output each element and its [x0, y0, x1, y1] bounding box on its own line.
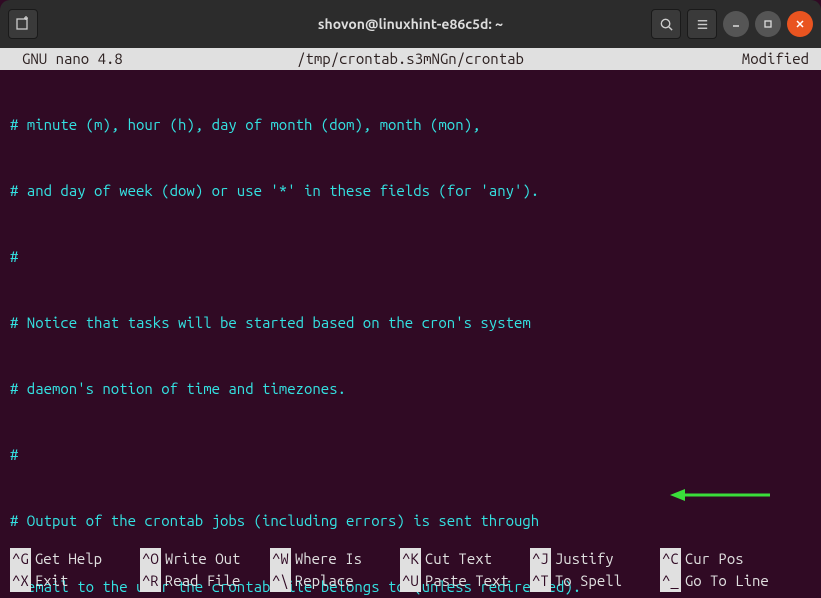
- menu-button[interactable]: [687, 9, 717, 39]
- shortcut-exit[interactable]: ^XExit: [10, 570, 140, 592]
- new-tab-button[interactable]: [8, 9, 38, 39]
- editor-line: # minute (m), hour (h), day of month (do…: [10, 114, 811, 136]
- editor-line: # Output of the crontab jobs (including …: [10, 510, 811, 532]
- window-title: shovon@linuxhint-e86c5d: ~: [318, 16, 503, 32]
- titlebar: shovon@linuxhint-e86c5d: ~: [0, 0, 821, 48]
- editor-line: # and day of week (dow) or use '*' in th…: [10, 180, 811, 202]
- shortcut-row: ^GGet Help ^OWrite Out ^WWhere Is ^KCut …: [10, 548, 811, 570]
- shortcut-whereis[interactable]: ^WWhere Is: [270, 548, 400, 570]
- minimize-button[interactable]: [723, 11, 749, 37]
- nano-file-path: /tmp/crontab.s3mNGn/crontab: [297, 48, 524, 70]
- arrow-annotation: [670, 487, 770, 509]
- shortcut-help[interactable]: ^GGet Help: [10, 548, 140, 570]
- shortcut-spell[interactable]: ^TTo Spell: [530, 570, 660, 592]
- terminal-content[interactable]: GNU nano 4.8 /tmp/crontab.s3mNGn/crontab…: [0, 48, 821, 598]
- shortcut-writeout[interactable]: ^OWrite Out: [140, 548, 270, 570]
- shortcut-row: ^XExit ^RRead File ^\Replace ^UPaste Tex…: [10, 570, 811, 592]
- nano-header: GNU nano 4.8 /tmp/crontab.s3mNGn/crontab…: [0, 48, 821, 70]
- shortcut-cut[interactable]: ^KCut Text: [400, 548, 530, 570]
- editor-content[interactable]: # minute (m), hour (h), day of month (do…: [0, 70, 821, 598]
- shortcut-replace[interactable]: ^\Replace: [270, 570, 400, 592]
- editor-line: # Notice that tasks will be started base…: [10, 312, 811, 334]
- terminal-window: shovon@linuxhint-e86c5d: ~ GNU nano 4.8 …: [0, 0, 821, 598]
- shortcut-paste[interactable]: ^UPaste Text: [400, 570, 530, 592]
- shortcut-goto[interactable]: ^_Go To Line: [660, 570, 790, 592]
- nano-app-name: GNU nano 4.8: [12, 48, 123, 70]
- editor-line: #: [10, 246, 811, 268]
- nano-footer: ^GGet Help ^OWrite Out ^WWhere Is ^KCut …: [0, 548, 821, 598]
- shortcut-curpos[interactable]: ^CCur Pos: [660, 548, 790, 570]
- nano-status: Modified: [742, 48, 809, 70]
- shortcut-justify[interactable]: ^JJustify: [530, 548, 660, 570]
- search-button[interactable]: [651, 9, 681, 39]
- maximize-button[interactable]: [755, 11, 781, 37]
- editor-line: #: [10, 444, 811, 466]
- close-button[interactable]: [787, 11, 813, 37]
- editor-line: # daemon's notion of time and timezones.: [10, 378, 811, 400]
- shortcut-readfile[interactable]: ^RRead File: [140, 570, 270, 592]
